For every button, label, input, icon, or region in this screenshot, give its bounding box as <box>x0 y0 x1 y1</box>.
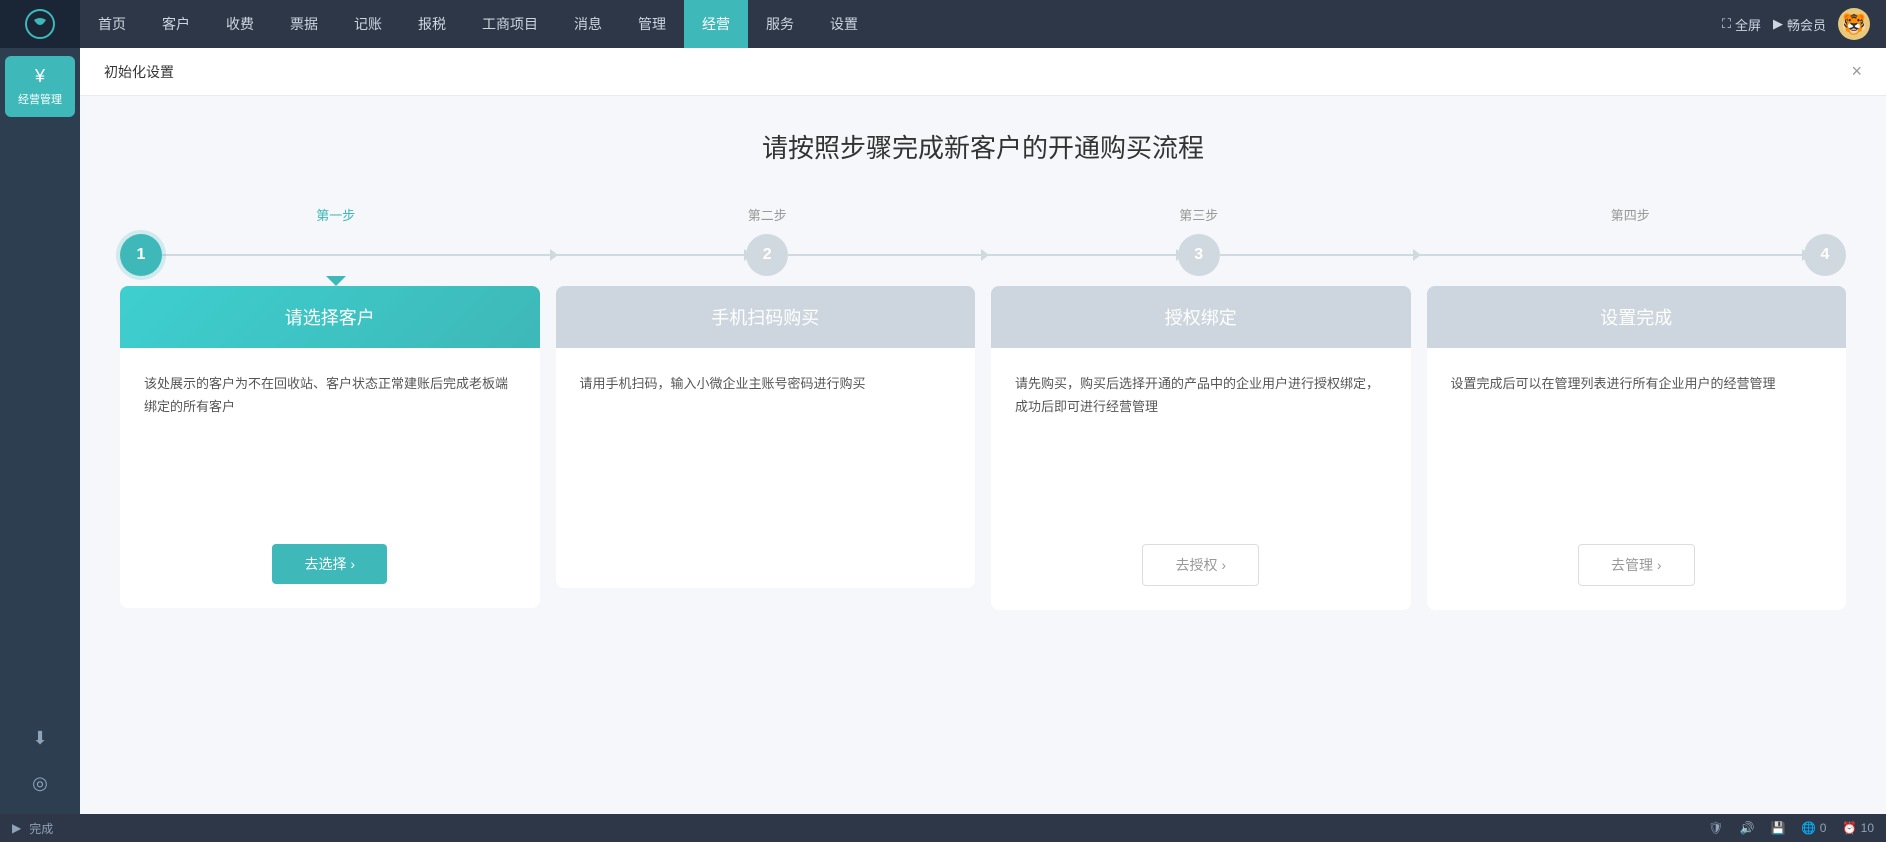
sidebar-bottom: ⬇ ◎ <box>5 720 75 814</box>
step-circle-4: 4 <box>1804 234 1846 276</box>
nav-item-消息[interactable]: 消息 <box>556 0 620 48</box>
nav-item-记账[interactable]: 记账 <box>336 0 400 48</box>
step-wrapper-4: 第四步 4 <box>1415 205 1847 286</box>
card-body-4: 设置完成后可以在管理列表进行所有企业用户的经营管理 <box>1427 348 1847 528</box>
save-status: 💾 <box>1770 821 1785 835</box>
step-connector-left-4 <box>1415 254 1805 256</box>
status-text: 完成 <box>29 820 53 837</box>
time-status: ⏰ 10 <box>1842 821 1874 835</box>
card-header-1: 请选择客户 <box>120 286 540 348</box>
step-label-3: 第三步 <box>1179 205 1218 224</box>
support-icon: ◎ <box>32 773 48 794</box>
steps-container: 第一步 1 第二步 2 第三步 3 第四步 4 <box>120 205 1846 286</box>
step-circle-2: 2 <box>746 234 788 276</box>
page-header: 初始化设置 × <box>80 48 1886 96</box>
nav-items: 首页客户收费票据记账报税工商项目消息管理经营服务设置 <box>80 0 1722 48</box>
step-circle-row-3: 3 <box>983 234 1415 276</box>
card-header-2: 手机扫码购买 <box>556 286 976 348</box>
step-connector-right-2 <box>788 254 983 256</box>
page-body: 请按照步骤完成新客户的开通购买流程 第一步 1 第二步 2 第三步 3 第四步 4 请选择客户… <box>80 96 1886 814</box>
step-label-1: 第一步 <box>316 205 355 224</box>
card-body-2: 请用手机扫码，输入小微企业主账号密码进行购买 <box>556 348 976 528</box>
fullscreen-icon: ⛶ <box>1722 16 1731 32</box>
step-circle-3: 3 <box>1178 234 1220 276</box>
main-content: 初始化设置 × 请按照步骤完成新客户的开通购买流程 第一步 1 第二步 2 第三步 3 第四… <box>80 48 1886 814</box>
step-circle-1: 1 <box>120 234 162 276</box>
fullscreen-btn[interactable]: ⛶ 全屏 <box>1722 15 1761 34</box>
step-pointer-1 <box>326 276 346 286</box>
card-btn-3: 去授权 › <box>1142 544 1259 586</box>
step-connector-right-3 <box>1220 254 1415 256</box>
nav-item-工商项目[interactable]: 工商项目 <box>464 0 556 48</box>
support-btn[interactable]: ◎ <box>5 765 75 802</box>
card-footer-4: 去管理 › <box>1427 528 1847 610</box>
nav-right: ⛶ 全屏 ▶ 畅会员 🐯 <box>1722 8 1886 40</box>
nav-item-客户[interactable]: 客户 <box>144 0 208 48</box>
page-title: 初始化设置 <box>104 62 174 82</box>
card-body-3: 请先购买，购买后选择开通的产品中的企业用户进行授权绑定，成功后即可进行经营管理 <box>991 348 1411 528</box>
nav-item-服务[interactable]: 服务 <box>748 0 812 48</box>
nav-logo <box>0 0 80 48</box>
card-wrapper-2: 手机扫码购买请用手机扫码，输入小微企业主账号密码进行购买 <box>556 286 976 588</box>
user-avatar[interactable]: 🐯 <box>1838 8 1870 40</box>
sidebar-item-jingying[interactable]: ¥ 经营管理 <box>5 56 75 117</box>
cards-row: 请选择客户该处展示的客户为不在回收站、客户状态正常建账后完成老板端绑定的所有客户… <box>120 286 1846 610</box>
yuan-icon: ¥ <box>35 66 45 87</box>
card-btn-4: 去管理 › <box>1578 544 1695 586</box>
step-card-4: 设置完成设置完成后可以在管理列表进行所有企业用户的经营管理去管理 › <box>1427 286 1847 610</box>
card-footer-3: 去授权 › <box>991 528 1411 610</box>
step-label-4: 第四步 <box>1611 205 1650 224</box>
card-wrapper-4: 设置完成设置完成后可以在管理列表进行所有企业用户的经营管理去管理 › <box>1427 286 1847 610</box>
main-title: 请按照步骤完成新客户的开通购买流程 <box>120 128 1846 165</box>
card-wrapper-3: 授权绑定请先购买，购买后选择开通的产品中的企业用户进行授权绑定，成功后即可进行经… <box>991 286 1411 610</box>
nav-item-设置[interactable]: 设置 <box>812 0 876 48</box>
volume-status: 🔊 <box>1740 821 1755 835</box>
network-status: 🌐 0 <box>1801 821 1826 835</box>
step-card-2: 手机扫码购买请用手机扫码，输入小微企业主账号密码进行购买 <box>556 286 976 588</box>
card-btn-1[interactable]: 去选择 › <box>272 544 387 584</box>
step-card-3: 授权绑定请先购买，购买后选择开通的产品中的企业用户进行授权绑定，成功后即可进行经… <box>991 286 1411 610</box>
member-btn[interactable]: ▶ 畅会员 <box>1773 15 1826 34</box>
step-circle-row-2: 2 <box>552 234 984 276</box>
shield-status: 🛡 <box>1708 821 1723 835</box>
nav-item-首页[interactable]: 首页 <box>80 0 144 48</box>
status-bar: ▶ 完成 🛡 🔊 💾 🌐 0 ⏰ 10 <box>0 814 1886 842</box>
download-icon: ⬇ <box>32 728 47 749</box>
step-card-1: 请选择客户该处展示的客户为不在回收站、客户状态正常建账后完成老板端绑定的所有客户… <box>120 286 540 608</box>
sidebar-item-label: 经营管理 <box>18 91 62 107</box>
step-wrapper-3: 第三步 3 <box>983 205 1415 286</box>
card-body-1: 该处展示的客户为不在回收站、客户状态正常建账后完成老板端绑定的所有客户 <box>120 348 540 528</box>
step-circle-row-1: 1 <box>120 234 552 276</box>
close-button[interactable]: × <box>1851 61 1862 82</box>
card-footer-1: 去选择 › <box>120 528 540 608</box>
status-bar-right: 🛡 🔊 💾 🌐 0 ⏰ 10 <box>1708 821 1874 835</box>
play-icon: ▶ <box>12 821 21 835</box>
step-circle-row-4: 4 <box>1415 234 1847 276</box>
step-connector-left-2 <box>552 254 747 256</box>
card-header-3: 授权绑定 <box>991 286 1411 348</box>
step-connector-left-3 <box>983 254 1178 256</box>
step-label-2: 第二步 <box>748 205 787 224</box>
nav-item-管理[interactable]: 管理 <box>620 0 684 48</box>
video-icon: ▶ <box>1773 16 1783 32</box>
step-wrapper-2: 第二步 2 <box>552 205 984 286</box>
sidebar: ¥ 经营管理 ⬇ ◎ <box>0 48 80 814</box>
nav-item-经营[interactable]: 经营 <box>684 0 748 48</box>
step-wrapper-1: 第一步 1 <box>120 205 552 286</box>
nav-item-收费[interactable]: 收费 <box>208 0 272 48</box>
nav-item-报税[interactable]: 报税 <box>400 0 464 48</box>
step-connector-right-1 <box>162 254 552 256</box>
card-wrapper-1: 请选择客户该处展示的客户为不在回收站、客户状态正常建账后完成老板端绑定的所有客户… <box>120 286 540 608</box>
download-btn[interactable]: ⬇ <box>5 720 75 757</box>
top-nav: 首页客户收费票据记账报税工商项目消息管理经营服务设置 ⛶ 全屏 ▶ 畅会员 🐯 <box>0 0 1886 48</box>
nav-item-票据[interactable]: 票据 <box>272 0 336 48</box>
card-header-4: 设置完成 <box>1427 286 1847 348</box>
